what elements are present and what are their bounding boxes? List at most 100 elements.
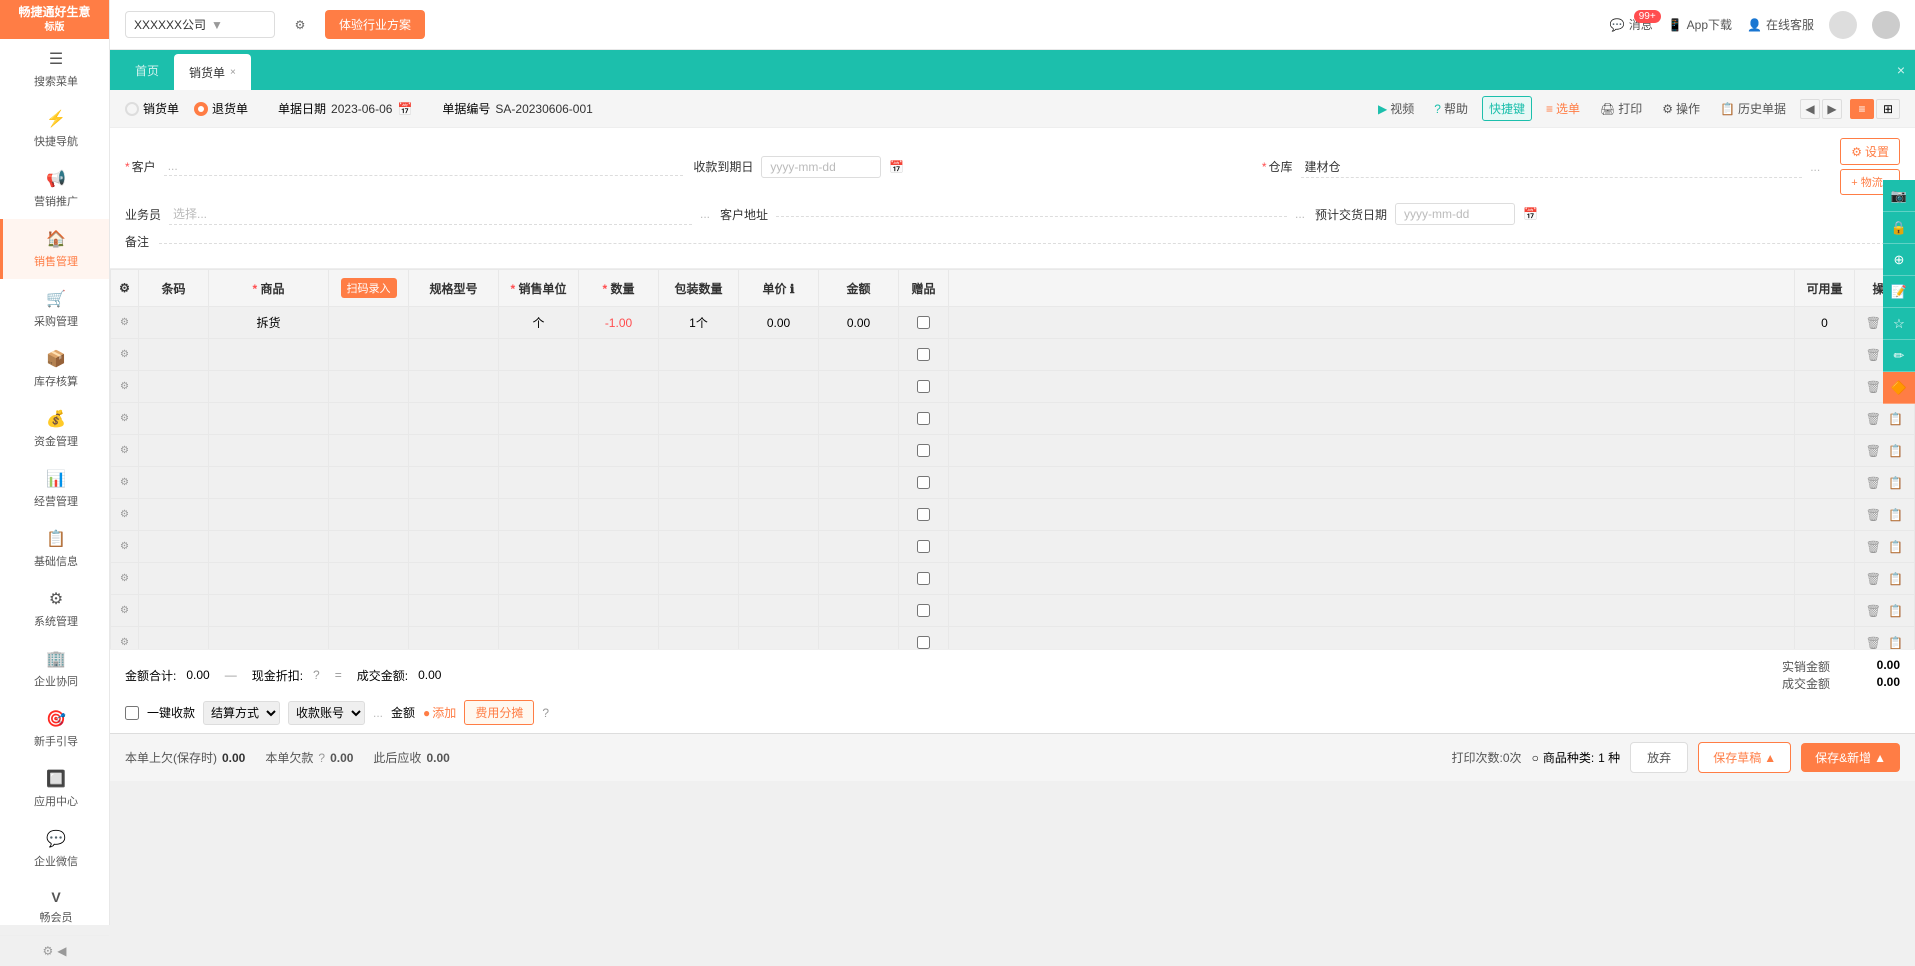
rfp-star-btn[interactable]: ☆ bbox=[1883, 308, 1915, 340]
avatar2[interactable] bbox=[1872, 11, 1900, 39]
row-price[interactable]: 0.00 bbox=[739, 307, 819, 339]
delete-icon[interactable]: 🗑 bbox=[1866, 316, 1881, 330]
row-spec[interactable] bbox=[409, 403, 499, 435]
row-gift[interactable] bbox=[899, 371, 949, 403]
copy-icon[interactable]: 📋 bbox=[1888, 476, 1903, 490]
row-qty[interactable]: -1.00 bbox=[579, 307, 659, 339]
row-qty[interactable] bbox=[579, 531, 659, 563]
window-close-icon[interactable]: × bbox=[1897, 62, 1905, 78]
row-goods[interactable]: 拆货 bbox=[209, 307, 329, 339]
row-amount[interactable] bbox=[819, 371, 899, 403]
row-price[interactable] bbox=[739, 563, 819, 595]
row-unit[interactable] bbox=[499, 531, 579, 563]
delete-icon[interactable]: 🗑 bbox=[1866, 348, 1881, 362]
rfp-add-btn[interactable]: ⊕ bbox=[1883, 244, 1915, 276]
row-notes[interactable] bbox=[949, 627, 1795, 650]
delete-icon[interactable]: 🗑 bbox=[1866, 572, 1881, 586]
row-goods[interactable] bbox=[209, 467, 329, 499]
row-notes[interactable] bbox=[949, 499, 1795, 531]
delete-icon[interactable]: 🗑 bbox=[1866, 508, 1881, 522]
row-goods[interactable] bbox=[209, 595, 329, 627]
warehouse-input[interactable]: 建材仓 bbox=[1301, 156, 1803, 178]
row-barcode[interactable] bbox=[139, 499, 209, 531]
row-unit[interactable] bbox=[499, 595, 579, 627]
row-unit[interactable] bbox=[499, 499, 579, 531]
row-price[interactable] bbox=[739, 499, 819, 531]
row-price[interactable] bbox=[739, 467, 819, 499]
video-btn[interactable]: ▶ 视频 bbox=[1372, 97, 1420, 120]
row-barcode[interactable] bbox=[139, 467, 209, 499]
row-spec[interactable] bbox=[409, 595, 499, 627]
row-amount[interactable] bbox=[819, 467, 899, 499]
row-qty[interactable] bbox=[579, 403, 659, 435]
row-price[interactable] bbox=[739, 435, 819, 467]
expected-date-calendar-icon[interactable]: 📅 bbox=[1523, 207, 1538, 221]
save-draft-button[interactable]: 保存草稿 ▲ bbox=[1698, 742, 1791, 773]
copy-icon[interactable]: 📋 bbox=[1888, 412, 1903, 426]
sidebar-item-system[interactable]: ⚙ 系统管理 bbox=[0, 579, 109, 639]
row-unit[interactable] bbox=[499, 339, 579, 371]
history-btn[interactable]: 📋 历史单据 bbox=[1714, 97, 1792, 120]
row-amount[interactable] bbox=[819, 531, 899, 563]
row-amount[interactable] bbox=[819, 339, 899, 371]
row-notes[interactable] bbox=[949, 595, 1795, 627]
row-gift[interactable] bbox=[899, 595, 949, 627]
app-download-btn[interactable]: 📱 App下载 bbox=[1668, 16, 1732, 33]
row-unit[interactable] bbox=[499, 371, 579, 403]
row-qty[interactable] bbox=[579, 627, 659, 650]
row-barcode[interactable] bbox=[139, 435, 209, 467]
row-notes[interactable] bbox=[949, 435, 1795, 467]
prev-arrow[interactable]: ◀ bbox=[1800, 99, 1820, 119]
row-barcode[interactable] bbox=[139, 307, 209, 339]
radio-return[interactable]: 退货单 bbox=[194, 100, 248, 117]
sidebar-item-business[interactable]: 📊 经营管理 bbox=[0, 459, 109, 519]
row-gift[interactable] bbox=[899, 339, 949, 371]
row-price[interactable] bbox=[739, 339, 819, 371]
row-spec[interactable] bbox=[409, 531, 499, 563]
sidebar-item-member[interactable]: V 畅会员 bbox=[0, 879, 109, 935]
row-pkg-qty[interactable] bbox=[659, 531, 739, 563]
sidebar-item-finance[interactable]: 💰 资金管理 bbox=[0, 399, 109, 459]
rfp-alert-btn[interactable]: 🔶 bbox=[1883, 372, 1915, 404]
row-goods[interactable] bbox=[209, 627, 329, 650]
rfp-lock-btn[interactable]: 🔒 bbox=[1883, 212, 1915, 244]
gift-checkbox[interactable] bbox=[917, 348, 930, 361]
sidebar-item-purchase[interactable]: 🛒 采购管理 bbox=[0, 279, 109, 339]
row-price[interactable] bbox=[739, 595, 819, 627]
row-gift[interactable] bbox=[899, 403, 949, 435]
delete-icon[interactable]: 🗑 bbox=[1866, 412, 1881, 426]
avatar[interactable] bbox=[1829, 11, 1857, 39]
row-price[interactable] bbox=[739, 531, 819, 563]
row-gift[interactable] bbox=[899, 563, 949, 595]
abandon-button[interactable]: 放弃 bbox=[1630, 742, 1688, 773]
row-pkg-qty[interactable] bbox=[659, 627, 739, 650]
row-goods[interactable] bbox=[209, 499, 329, 531]
row-qty[interactable] bbox=[579, 563, 659, 595]
row-barcode[interactable] bbox=[139, 563, 209, 595]
row-spec[interactable] bbox=[409, 627, 499, 650]
col-scan[interactable]: 扫码录入 bbox=[329, 270, 409, 307]
copy-icon[interactable]: 📋 bbox=[1888, 572, 1903, 586]
sidebar-settings-btn[interactable]: ⚙ ◀ bbox=[0, 936, 109, 966]
due-date-calendar-icon[interactable]: 📅 bbox=[889, 160, 904, 174]
row-goods[interactable] bbox=[209, 339, 329, 371]
row-spec[interactable] bbox=[409, 307, 499, 339]
row-spec[interactable] bbox=[409, 371, 499, 403]
delete-icon[interactable]: 🗑 bbox=[1866, 444, 1881, 458]
delete-icon[interactable]: 🗑 bbox=[1866, 636, 1881, 650]
row-pkg-qty[interactable] bbox=[659, 435, 739, 467]
row-notes[interactable] bbox=[949, 467, 1795, 499]
calendar-icon[interactable]: 📅 bbox=[397, 102, 412, 116]
row-unit[interactable] bbox=[499, 403, 579, 435]
row-goods[interactable] bbox=[209, 531, 329, 563]
table-container[interactable]: ⚙ 条码 * 商品 扫码录入 规格型号 * 销售单位 * 数量 包装数量 单价 … bbox=[110, 269, 1915, 649]
gift-checkbox[interactable] bbox=[917, 476, 930, 489]
select-btn[interactable]: ≡ 选单 bbox=[1540, 97, 1586, 120]
copy-icon[interactable]: 📋 bbox=[1888, 444, 1903, 458]
sidebar-item-quick-nav[interactable]: ⚡ 快捷导航 bbox=[0, 99, 109, 159]
row-barcode[interactable] bbox=[139, 403, 209, 435]
sidebar-item-inventory[interactable]: 📦 库存核算 bbox=[0, 339, 109, 399]
radio-sales[interactable]: 销货单 bbox=[125, 100, 179, 117]
customer-input[interactable]: ... bbox=[164, 157, 684, 176]
row-pkg-qty[interactable] bbox=[659, 339, 739, 371]
